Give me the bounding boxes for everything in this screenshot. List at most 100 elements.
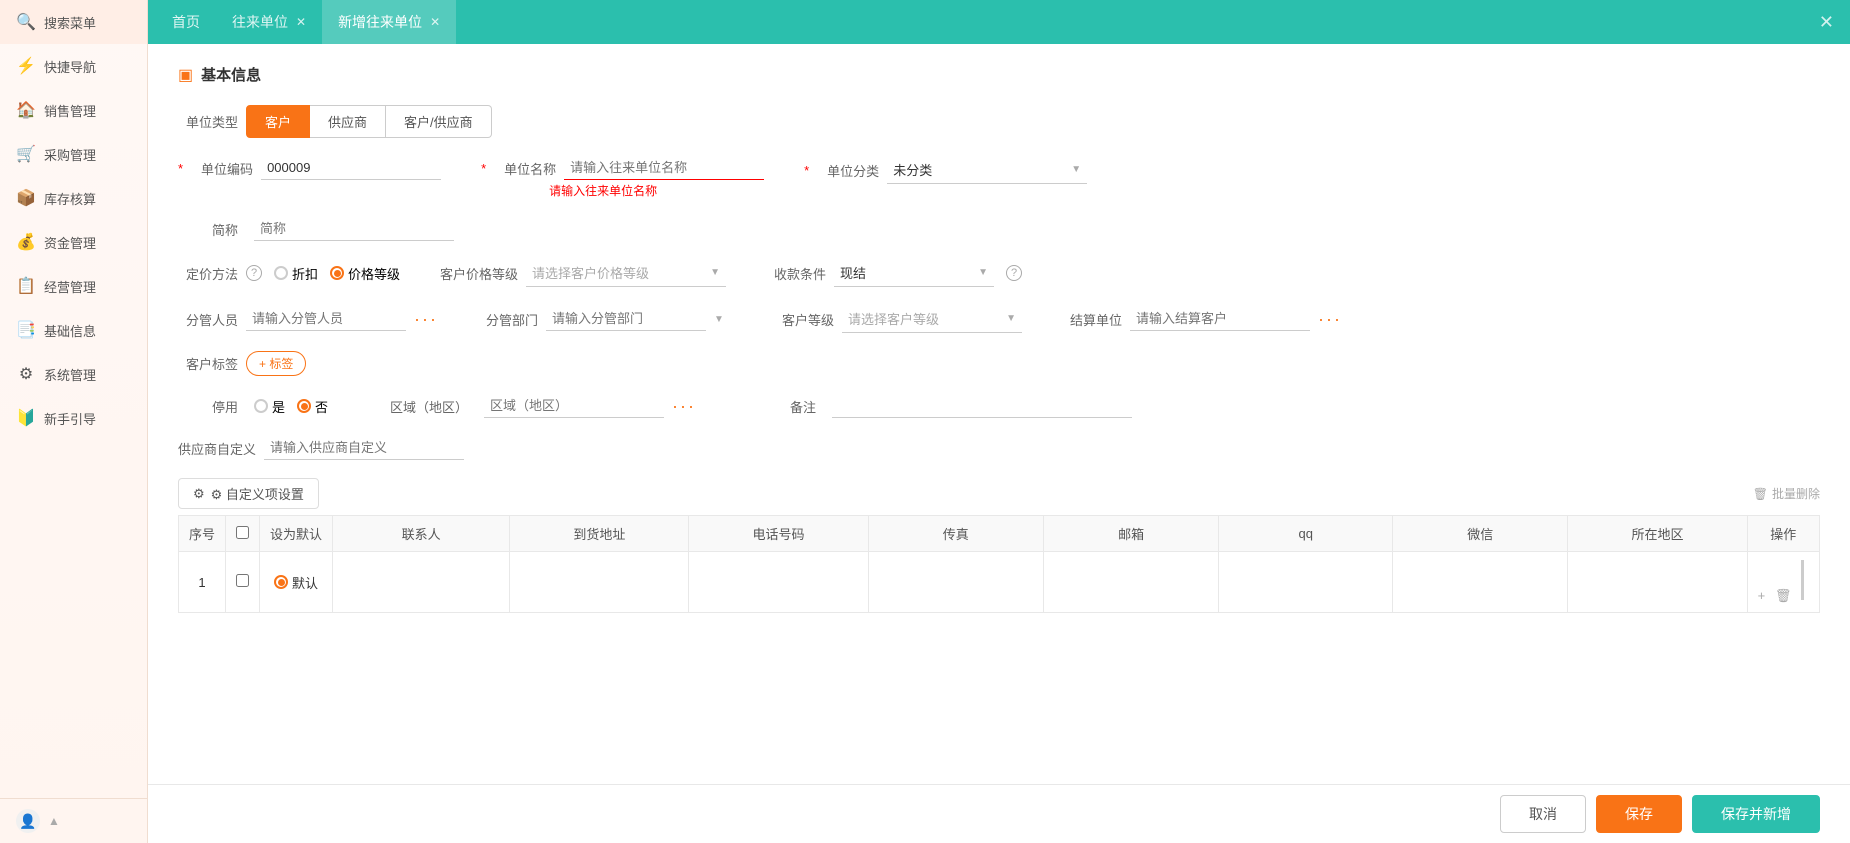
weixin-input[interactable]	[1403, 575, 1557, 590]
supplier-custom-row: 供应商自定义	[178, 436, 1820, 460]
settlement-label: 结算单位	[1062, 310, 1122, 329]
save-and-new-button[interactable]: 保存并新增	[1692, 795, 1820, 833]
cust-level-select[interactable]: 请选择客户等级 ▼	[842, 305, 1022, 333]
tab-partners[interactable]: 往来单位 ✕	[216, 0, 322, 44]
region-more[interactable]: ···	[672, 396, 696, 417]
region-input[interactable]	[484, 394, 664, 418]
disabled-yes-radio	[254, 399, 268, 413]
close-all-button[interactable]: ✕	[1811, 12, 1842, 33]
select-all-checkbox[interactable]	[236, 526, 249, 539]
section-title: 基本信息	[201, 64, 261, 85]
search-menu-icon: 🔍	[16, 12, 36, 32]
custom-settings-button[interactable]: ⚙ ⚙ 自定义项设置	[178, 478, 319, 509]
unit-type-row: 单位类型 客户 供应商 客户/供应商	[178, 105, 1820, 138]
save-button[interactable]: 保存	[1596, 795, 1682, 833]
cell-region[interactable]	[1568, 552, 1747, 613]
pricing-pricelevel-radio	[330, 266, 344, 280]
unit-name-input[interactable]	[564, 156, 764, 180]
unit-code-field: * 单位编码	[178, 156, 441, 180]
cust-price-arrow: ▼	[710, 267, 720, 278]
qq-input[interactable]	[1229, 575, 1382, 590]
manager-input[interactable]	[246, 307, 406, 331]
supplier-custom-input[interactable]	[264, 436, 464, 460]
manager-label: 分管人员	[178, 310, 238, 329]
address-input[interactable]	[520, 575, 678, 590]
cell-email[interactable]	[1043, 552, 1218, 613]
settlement-more[interactable]: ···	[1318, 309, 1342, 330]
purchase-icon: 🛒	[16, 144, 36, 164]
cell-phone[interactable]	[689, 552, 868, 613]
tab-partners-close[interactable]: ✕	[296, 15, 306, 29]
sales-icon: 🏠	[16, 100, 36, 120]
sidebar-item-finance[interactable]: 💰 资金管理	[0, 220, 147, 264]
unit-category-field: * 单位分类 未分类 ▼	[804, 156, 1087, 184]
sidebar-item-label: 基础信息	[44, 321, 96, 340]
manager-more[interactable]: ···	[414, 309, 438, 330]
fax-input[interactable]	[879, 575, 1033, 590]
ops-icon: 📋	[16, 276, 36, 296]
cell-qq[interactable]	[1219, 552, 1393, 613]
cust-price-select[interactable]: 请选择客户价格等级 ▼	[526, 259, 726, 287]
unit-category-arrow: ▼	[1071, 164, 1081, 175]
short-name-input[interactable]	[254, 217, 454, 241]
tab-home-label: 首页	[172, 12, 200, 32]
dept-input[interactable]	[546, 307, 706, 331]
col-checkbox	[226, 516, 260, 552]
sidebar-item-purchase[interactable]: 🛒 采购管理	[0, 132, 147, 176]
cell-address[interactable]	[510, 552, 689, 613]
add-row-btn[interactable]: +	[1758, 588, 1766, 603]
col-fax: 传真	[868, 516, 1043, 552]
remark-input[interactable]	[832, 394, 1132, 418]
payment-select[interactable]: 现结 ▼	[834, 259, 994, 287]
cell-weixin[interactable]	[1393, 552, 1568, 613]
disabled-yes[interactable]: 是	[254, 397, 285, 416]
delete-row-btn[interactable]: 🗑	[1775, 588, 1792, 603]
disabled-no[interactable]: 否	[297, 397, 328, 416]
batch-delete-button[interactable]: 🗑 批量删除	[1753, 485, 1820, 502]
tab-home[interactable]: 首页	[156, 0, 216, 44]
sidebar-item-system[interactable]: ⚙ 系统管理	[0, 352, 147, 396]
unit-type-both[interactable]: 客户/供应商	[386, 105, 492, 138]
drag-handle[interactable]	[1801, 560, 1809, 600]
tab-new-partner[interactable]: 新增往来单位 ✕	[322, 0, 456, 44]
contact-input[interactable]	[343, 575, 499, 590]
cell-default: 默认	[260, 552, 333, 613]
tab-new-partner-close[interactable]: ✕	[430, 15, 440, 29]
sidebar-item-search[interactable]: 🔍 搜索菜单	[0, 0, 147, 44]
payment-help-icon[interactable]: ?	[1006, 265, 1022, 281]
tab-bar: 首页 往来单位 ✕ 新增往来单位 ✕ ✕	[148, 0, 1850, 44]
disabled-no-radio	[297, 399, 311, 413]
email-input[interactable]	[1054, 575, 1208, 590]
dept-select-arrow[interactable]: ▼	[714, 314, 734, 325]
settlement-input[interactable]	[1130, 307, 1310, 331]
pricing-row: 定价方法 ? 折扣 价格等级 客户价格等级 请选择客户价格等级	[178, 259, 1820, 287]
sidebar-item-label: 新手引导	[44, 409, 96, 428]
sidebar-item-inventory[interactable]: 📦 库存核算	[0, 176, 147, 220]
sidebar-item-basic[interactable]: 📑 基础信息	[0, 308, 147, 352]
sidebar-item-ops[interactable]: 📋 经营管理	[0, 264, 147, 308]
cancel-button[interactable]: 取消	[1500, 795, 1586, 833]
sidebar-item-label: 销售管理	[44, 101, 96, 120]
col-default: 设为默认	[260, 516, 333, 552]
cell-contact[interactable]	[333, 552, 510, 613]
unit-code-input[interactable]	[261, 156, 441, 180]
add-tag-button[interactable]: + 标签	[246, 351, 306, 376]
pricing-price-level[interactable]: 价格等级	[330, 264, 400, 283]
sidebar-item-quicknav[interactable]: ⚡ 快捷导航	[0, 44, 147, 88]
cell-fax[interactable]	[868, 552, 1043, 613]
unit-type-supplier[interactable]: 供应商	[310, 105, 386, 138]
pricing-discount[interactable]: 折扣	[274, 264, 318, 283]
unit-type-customer[interactable]: 客户	[246, 105, 310, 138]
sidebar-bottom: 👤 ▲	[0, 798, 147, 843]
unit-category-select[interactable]: 未分类 ▼	[887, 156, 1087, 184]
sidebar-item-newguide[interactable]: 🔰 新手引导	[0, 396, 147, 440]
basic-icon: 📑	[16, 320, 36, 340]
row-checkbox[interactable]	[236, 574, 249, 587]
pricing-pricelevel-label: 价格等级	[348, 264, 400, 283]
region-table-input[interactable]	[1578, 575, 1736, 590]
sidebar-item-sales[interactable]: 🏠 销售管理	[0, 88, 147, 132]
dept-label: 分管部门	[478, 310, 538, 329]
pricing-help-icon[interactable]: ?	[246, 265, 262, 281]
inventory-icon: 📦	[16, 188, 36, 208]
phone-input[interactable]	[699, 575, 857, 590]
